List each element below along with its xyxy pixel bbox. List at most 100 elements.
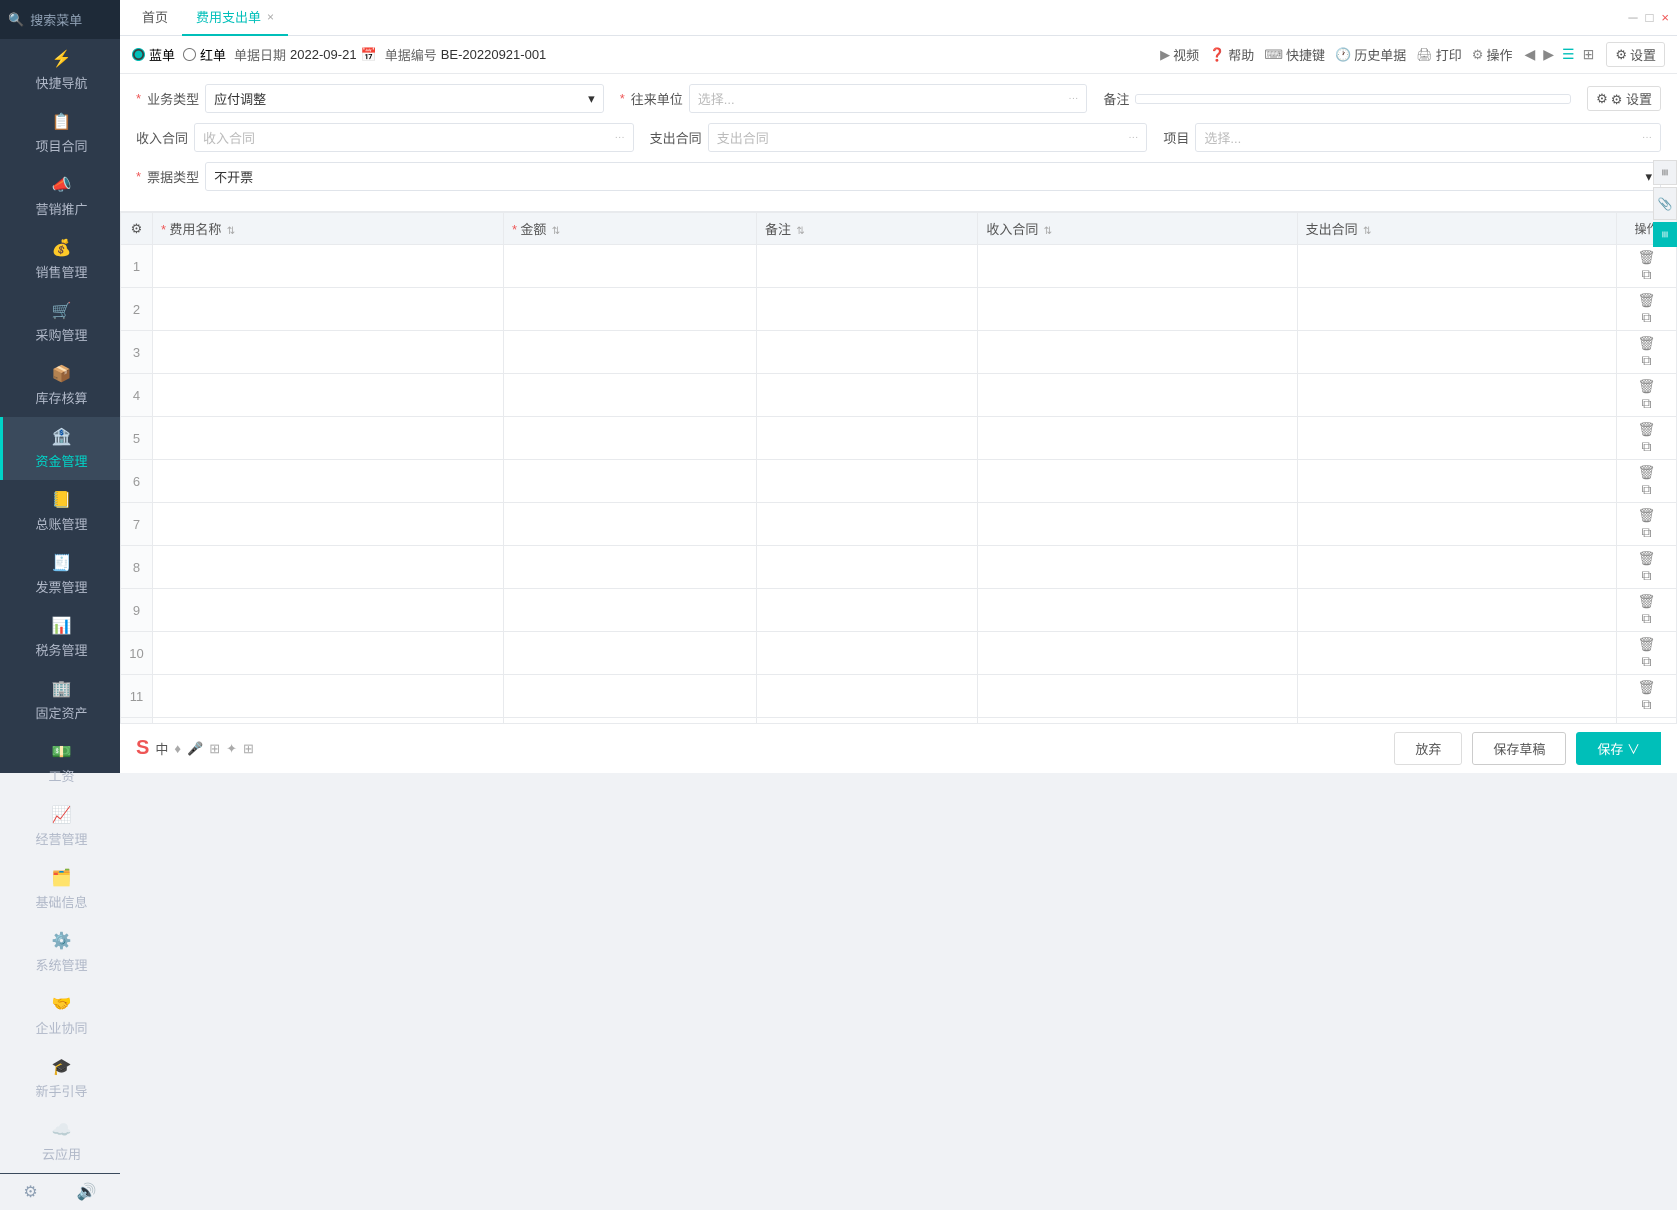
row-11-expense-contract[interactable]	[1297, 675, 1616, 718]
row-7-income-contract[interactable]	[978, 503, 1297, 546]
table-settings-icon[interactable]: ⚙	[131, 221, 143, 236]
th-settings[interactable]: ⚙	[121, 213, 153, 245]
row-10-amount[interactable]	[503, 632, 756, 675]
row-3-delete-icon[interactable]: 🗑	[1638, 335, 1656, 351]
project-input[interactable]: 选择... ···	[1195, 123, 1661, 152]
row-3-expense-name[interactable]	[153, 331, 504, 374]
radio-blue[interactable]: 蓝单	[132, 45, 175, 64]
sidebar-item-fixed-assets[interactable]: 🏢 固定资产	[0, 669, 120, 732]
row-2-delete-icon[interactable]: 🗑	[1638, 292, 1656, 308]
row-2-expense-name[interactable]	[153, 288, 504, 331]
docnum-value[interactable]: BE-20220921-001	[441, 47, 547, 62]
row-6-remark[interactable]	[757, 460, 978, 503]
calendar-icon[interactable]: 📅	[361, 47, 377, 63]
invoice-type-select[interactable]: 不开票 ▾	[205, 162, 1661, 191]
sidebar-item-cloud[interactable]: ☁️ 云应用	[0, 1110, 120, 1173]
maximize-button[interactable]: □	[1646, 10, 1654, 25]
row-9-delete-icon[interactable]: 🗑	[1638, 593, 1656, 609]
grid-grid-icon[interactable]: ⊞	[1581, 44, 1597, 65]
row-10-expense-name[interactable]	[153, 632, 504, 675]
row-11-amount[interactable]	[503, 675, 756, 718]
row-2-amount[interactable]	[503, 288, 756, 331]
row-9-income-contract[interactable]	[978, 589, 1297, 632]
sidebar-item-tax[interactable]: 📊 税务管理	[0, 606, 120, 669]
footer-star-icon[interactable]: ✦	[226, 741, 237, 757]
row-9-amount[interactable]	[503, 589, 756, 632]
row-3-income-contract[interactable]	[978, 331, 1297, 374]
row-4-amount[interactable]	[503, 374, 756, 417]
audio-bottom-icon[interactable]: 🔊	[77, 1182, 97, 1202]
row-5-amount[interactable]	[503, 417, 756, 460]
counterparty-input[interactable]: 选择... ···	[689, 84, 1088, 113]
sidebar-item-project-contract[interactable]: 📋 项目合同	[0, 102, 120, 165]
row-3-copy-icon[interactable]: ⧉	[1642, 352, 1652, 368]
row-4-income-contract[interactable]	[978, 374, 1297, 417]
sidebar-item-ledger[interactable]: 📒 总账管理	[0, 480, 120, 543]
row-1-expense-contract[interactable]	[1297, 245, 1616, 288]
row-6-income-contract[interactable]	[978, 460, 1297, 503]
sidebar-item-operations[interactable]: 📈 经营管理	[0, 795, 120, 858]
row-5-delete-icon[interactable]: 🗑	[1638, 421, 1656, 437]
sidebar-item-purchase[interactable]: 🛒 采购管理	[0, 291, 120, 354]
date-value[interactable]: 2022-09-21	[290, 47, 357, 62]
grid-next-icon[interactable]: ▶	[1541, 44, 1556, 65]
sidebar-item-newbie[interactable]: 🎓 新手引导	[0, 1047, 120, 1110]
sort-expense-name[interactable]: ⇅	[227, 226, 235, 237]
sort-remark[interactable]: ⇅	[796, 226, 804, 237]
sidebar-item-basic-info[interactable]: 🗂️ 基础信息	[0, 858, 120, 921]
row-5-expense-name[interactable]	[153, 417, 504, 460]
row-1-copy-icon[interactable]: ⧉	[1642, 266, 1652, 282]
print-btn[interactable]: 🖨打印	[1416, 45, 1462, 64]
set-button[interactable]: ⚙ 设置	[1606, 42, 1665, 67]
business-type-select[interactable]: 应付调整 ▾	[205, 84, 604, 113]
video-btn[interactable]: ▶视频	[1160, 45, 1199, 64]
close-button[interactable]: ×	[1661, 10, 1669, 25]
right-tab-1[interactable]: ≡	[1653, 160, 1677, 185]
row-9-remark[interactable]	[757, 589, 978, 632]
sidebar-item-system[interactable]: ⚙️ 系统管理	[0, 921, 120, 984]
row-5-remark[interactable]	[757, 417, 978, 460]
row-6-expense-name[interactable]	[153, 460, 504, 503]
radio-red[interactable]: 红单	[183, 45, 226, 64]
grid-list-icon[interactable]: ☰	[1560, 44, 1577, 65]
history-btn[interactable]: 🕐历史单据	[1335, 45, 1406, 64]
row-8-amount[interactable]	[503, 546, 756, 589]
row-8-copy-icon[interactable]: ⧉	[1642, 567, 1652, 583]
row-11-copy-icon[interactable]: ⧉	[1642, 696, 1652, 712]
row-2-expense-contract[interactable]	[1297, 288, 1616, 331]
sidebar-item-quick-nav[interactable]: ⚡ 快捷导航	[0, 39, 120, 102]
row-11-expense-name[interactable]	[153, 675, 504, 718]
row-8-remark[interactable]	[757, 546, 978, 589]
row-7-delete-icon[interactable]: 🗑	[1638, 507, 1656, 523]
row-6-delete-icon[interactable]: 🗑	[1638, 464, 1656, 480]
row-4-copy-icon[interactable]: ⧉	[1642, 395, 1652, 411]
row-1-income-contract[interactable]	[978, 245, 1297, 288]
row-9-expense-name[interactable]	[153, 589, 504, 632]
row-1-remark[interactable]	[757, 245, 978, 288]
row-2-income-contract[interactable]	[978, 288, 1297, 331]
tab-费用支出单[interactable]: 费用支出单×	[182, 0, 288, 36]
row-1-delete-icon[interactable]: 🗑	[1638, 249, 1656, 265]
income-contract-input[interactable]: 收入合同 ···	[194, 123, 634, 152]
row-5-income-contract[interactable]	[978, 417, 1297, 460]
sort-amount[interactable]: ⇅	[552, 226, 560, 237]
row-10-expense-contract[interactable]	[1297, 632, 1616, 675]
row-8-expense-name[interactable]	[153, 546, 504, 589]
footer-diamond-icon[interactable]: ♦	[174, 741, 181, 756]
row-9-copy-icon[interactable]: ⧉	[1642, 610, 1652, 626]
sidebar-item-invoice[interactable]: 🧾 发票管理	[0, 543, 120, 606]
right-tab-3[interactable]: ≡	[1653, 222, 1677, 247]
row-8-expense-contract[interactable]	[1297, 546, 1616, 589]
row-3-remark[interactable]	[757, 331, 978, 374]
row-2-copy-icon[interactable]: ⧉	[1642, 309, 1652, 325]
footer-zh-icon[interactable]: 中	[155, 739, 168, 758]
sidebar-item-capital[interactable]: 🏦 资金管理	[0, 417, 120, 480]
row-1-amount[interactable]	[503, 245, 756, 288]
sidebar-item-sales[interactable]: 💰 销售管理	[0, 228, 120, 291]
row-6-expense-contract[interactable]	[1297, 460, 1616, 503]
footer-grid-icon[interactable]: ⊞	[209, 741, 220, 757]
sidebar-item-marketing[interactable]: 📣 营销推广	[0, 165, 120, 228]
row-6-copy-icon[interactable]: ⧉	[1642, 481, 1652, 497]
expense-contract-input[interactable]: 支出合同 ···	[708, 123, 1148, 152]
row-11-delete-icon[interactable]: 🗑	[1638, 679, 1656, 695]
